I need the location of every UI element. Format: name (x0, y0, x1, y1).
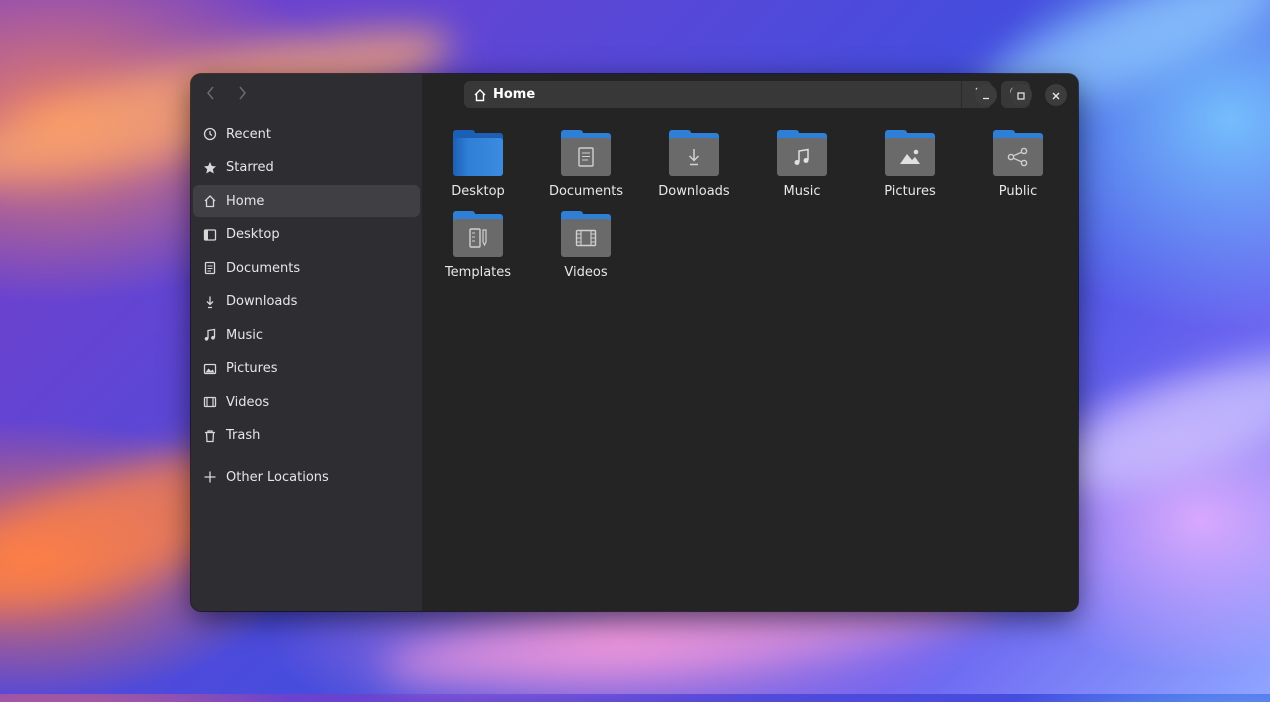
sidebar-item-label: Videos (226, 394, 270, 410)
sidebar-item-home[interactable]: Home (193, 185, 420, 217)
sidebar-item-downloads[interactable]: Downloads (193, 286, 420, 318)
templates-folder-icon (453, 211, 503, 257)
trash-icon (203, 429, 217, 443)
sidebar-item-label: Music (226, 327, 263, 343)
file-item-label: Documents (548, 184, 624, 199)
pictures-folder-icon (885, 130, 935, 176)
close-button[interactable] (1045, 84, 1067, 106)
file-item-label: Pictures (884, 184, 936, 199)
file-item-documents[interactable]: Documents (532, 130, 640, 199)
forward-button[interactable] (229, 81, 255, 107)
file-item-music[interactable]: Music (748, 130, 856, 199)
file-item-label: Music (783, 184, 821, 199)
sidebar-item-label: Home (226, 193, 265, 209)
public-folder-icon (993, 130, 1043, 176)
sidebar-item-label: Other Locations (226, 469, 329, 485)
film-icon (203, 395, 217, 409)
sidebar-item-documents[interactable]: Documents (193, 252, 420, 284)
maximize-button[interactable] (1010, 84, 1032, 106)
sidebar-item-trash[interactable]: Trash (193, 420, 420, 452)
back-button[interactable] (198, 81, 224, 107)
path-home[interactable]: Home (464, 87, 535, 102)
download-icon (203, 295, 217, 309)
documents-folder-icon (561, 130, 611, 176)
sidebar: Recent Starred Home Desktop Documents Do… (191, 74, 422, 611)
path-label: Home (493, 87, 536, 102)
sidebar-item-music[interactable]: Music (193, 319, 420, 351)
music-folder-icon (777, 130, 827, 176)
sidebar-item-label: Pictures (226, 361, 278, 376)
file-manager-window: Recent Starred Home Desktop Documents Do… (191, 74, 1078, 611)
sidebar-header (191, 74, 422, 115)
sidebar-item-label: Documents (226, 260, 301, 276)
file-item-desktop[interactable]: Desktop (424, 130, 532, 199)
sidebar-item-other-locations[interactable]: Other Locations (193, 461, 420, 493)
clock-icon (203, 127, 217, 141)
file-item-label: Templates (444, 265, 512, 280)
file-item-videos[interactable]: Videos (532, 211, 640, 280)
file-item-label: Downloads (658, 184, 730, 199)
videos-folder-icon (561, 211, 611, 257)
sidebar-item-starred[interactable]: Starred (193, 152, 420, 184)
sidebar-item-videos[interactable]: Videos (193, 386, 420, 418)
sidebar-item-recent[interactable]: Recent (193, 118, 420, 150)
downloads-folder-icon (669, 130, 719, 176)
desktop-icon (203, 228, 217, 242)
star-icon (203, 161, 217, 175)
plus-icon (203, 470, 217, 484)
sidebar-places: Recent Starred Home Desktop Documents Do… (191, 118, 422, 495)
maximize-icon (1016, 86, 1026, 105)
music-note-icon (203, 328, 217, 342)
home-icon (203, 194, 217, 208)
image-icon (203, 362, 217, 376)
home-icon (473, 88, 487, 102)
file-item-downloads[interactable]: Downloads (640, 130, 748, 199)
minimize-icon (981, 86, 991, 105)
sidebar-item-desktop[interactable]: Desktop (193, 219, 420, 251)
minimize-button[interactable] (975, 84, 997, 106)
sidebar-item-pictures[interactable]: Pictures (193, 353, 420, 385)
file-item-label: Public (998, 184, 1038, 199)
sidebar-item-label: Trash (226, 428, 261, 443)
sidebar-item-label: Downloads (226, 294, 298, 309)
document-icon (203, 261, 217, 275)
chevron-left-icon (206, 85, 216, 104)
file-item-label: Desktop (451, 184, 505, 199)
sidebar-item-label: Starred (226, 160, 274, 175)
sidebar-item-label: Desktop (226, 227, 280, 242)
main-content: Home Desktop Documents Downloads Music P… (422, 74, 1078, 611)
sidebar-item-label: Recent (226, 126, 271, 142)
chevron-right-icon (237, 85, 247, 104)
desktop-folder-icon (453, 130, 503, 176)
sidebar-separator (191, 453, 422, 461)
file-item-public[interactable]: Public (964, 130, 1072, 199)
path-bar[interactable]: Home (464, 81, 992, 108)
file-item-label: Videos (564, 265, 608, 280)
file-item-templates[interactable]: Templates (424, 211, 532, 280)
file-item-pictures[interactable]: Pictures (856, 130, 964, 199)
close-icon (1051, 86, 1061, 105)
